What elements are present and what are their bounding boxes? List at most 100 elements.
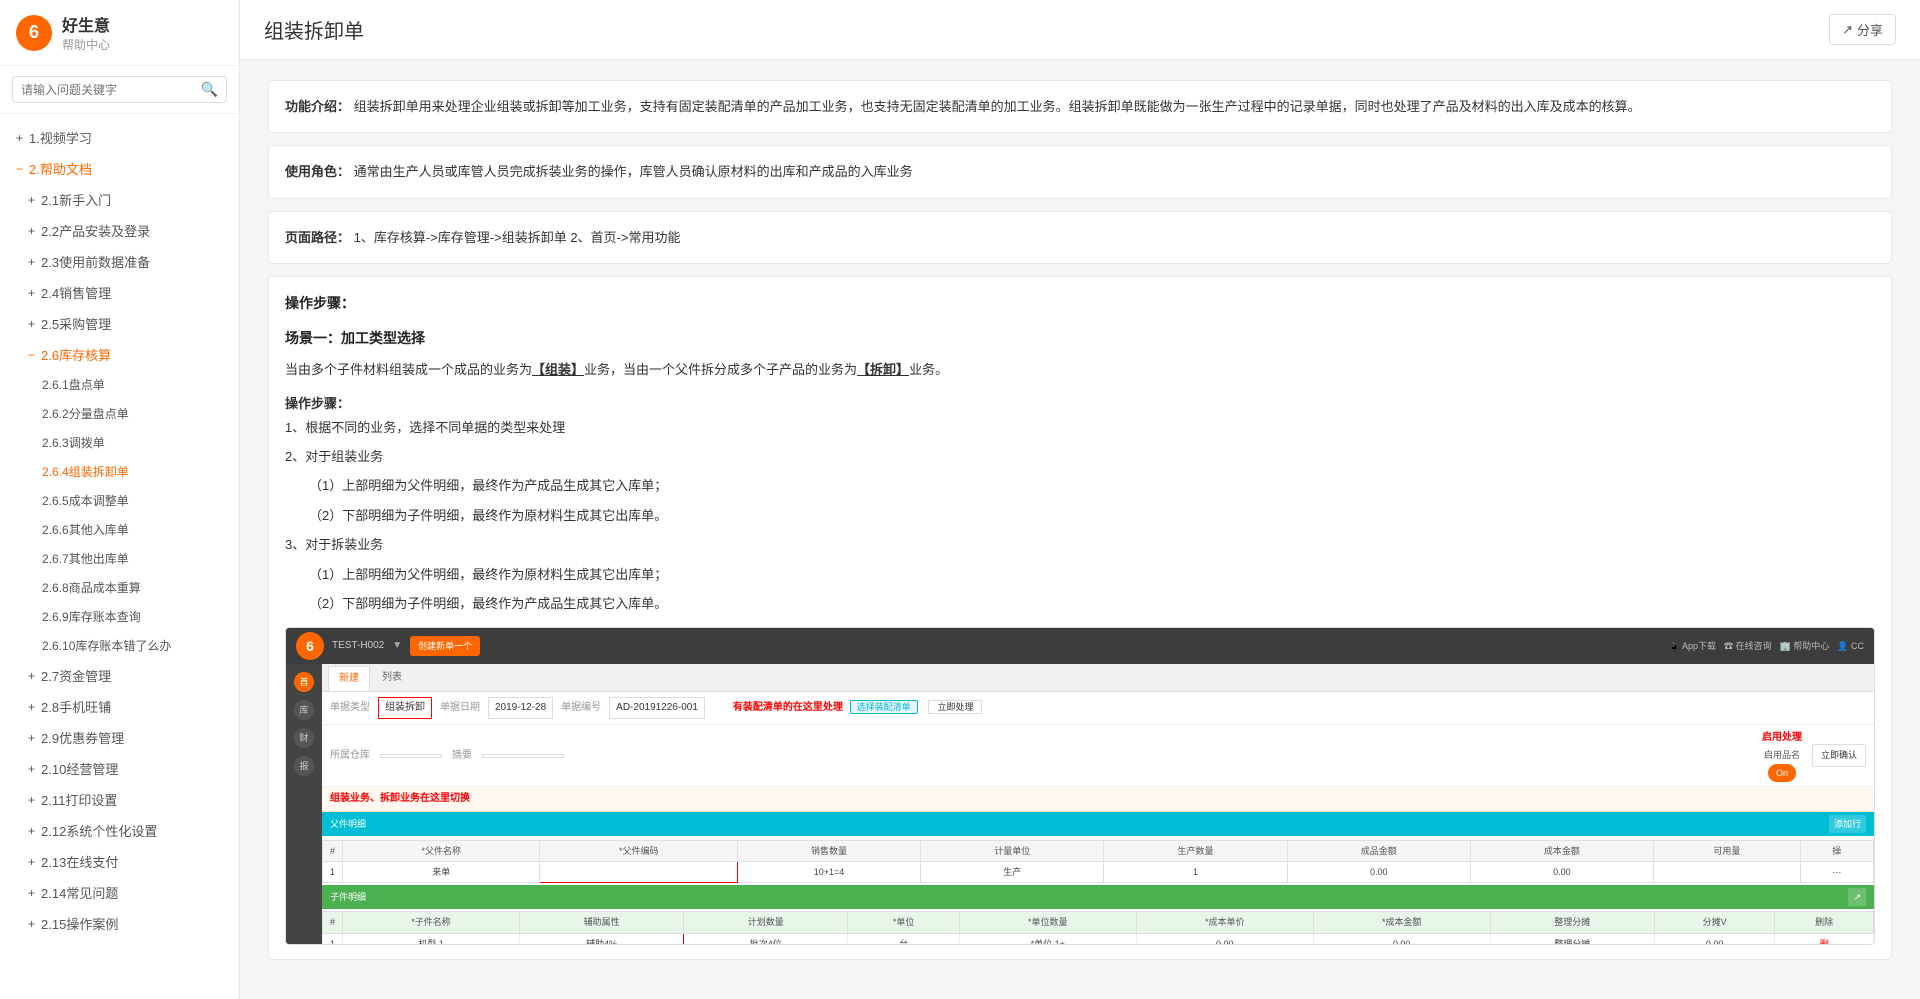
- ss-doctype-value: 组装拆卸: [378, 697, 432, 719]
- ss-td-op: ⋯: [1800, 862, 1873, 883]
- search-icon: 🔍: [201, 81, 218, 98]
- sidebar-item-cost[interactable]: 2.6.5成本调整单: [0, 486, 239, 515]
- ss-ctd-attr: 辅助4%: [519, 933, 683, 944]
- step3-1: （1）上部明细为父件明细，最终作为原材料生成其它出库单；: [309, 563, 1875, 586]
- sidebar-item-manage[interactable]: + 2.10经营管理: [0, 753, 239, 784]
- sidebar-item-recompute[interactable]: 2.6.8商品成本重算: [0, 573, 239, 602]
- sidebar-item-label: 2.9优惠券管理: [41, 728, 124, 747]
- sidebar-item-error[interactable]: 2.6.10库存账本错了么办: [0, 631, 239, 660]
- search-input[interactable]: [21, 83, 201, 97]
- ss-add-row-btn[interactable]: 添加行: [1829, 815, 1866, 833]
- sidebar-item-query[interactable]: 2.6.9库存账本查询: [0, 602, 239, 631]
- ss-ctd-price: 0.00: [1136, 933, 1313, 944]
- sidebar-item-label: 2.6库存核算: [41, 345, 111, 364]
- sidebar-item-print[interactable]: + 2.11打印设置: [0, 784, 239, 815]
- scene1-title: 场景一：加工类型选择: [285, 326, 1875, 351]
- logo-name: 好生意: [62, 12, 110, 36]
- content-area: 功能介绍： 组装拆卸单用来处理企业组装或拆卸等加工业务，支持有固定装配清单的产品…: [240, 60, 1920, 999]
- ss-app-id: TEST-H002: [332, 637, 384, 655]
- sidebar-item-install[interactable]: + 2.2产品安装及登录: [0, 215, 239, 246]
- sidebar-item-buy[interactable]: + 2.5采购管理: [0, 308, 239, 339]
- expand-icon: +: [28, 255, 35, 269]
- sidebar-item-label: 2.6.6其他入库单: [42, 521, 129, 538]
- collapse-icon: −: [16, 162, 23, 176]
- ss-nav-icon3: 财: [294, 728, 314, 748]
- ss-tab-list[interactable]: 列表: [372, 666, 412, 690]
- sidebar: 6 好生意 帮助中心 🔍 + 1.视频学习 − 2.帮助文档 + 2.1新手入门…: [0, 0, 240, 999]
- ss-ctd-plan: 批次4位: [684, 933, 848, 944]
- share-label: 分享: [1857, 20, 1883, 39]
- ss-cth-attr: 辅助属性: [519, 912, 683, 933]
- ss-nav-icon: 首: [294, 672, 314, 692]
- role-label: 使用角色：: [285, 164, 350, 179]
- ss-td-name: 来单: [343, 862, 540, 883]
- sidebar-item-out[interactable]: 2.6.7其他出库单: [0, 544, 239, 573]
- sidebar-item-label: 2.7资金管理: [41, 666, 111, 685]
- ss-th-avail: 可用量: [1654, 840, 1801, 861]
- sidebar-item-faq[interactable]: + 2.14常见问题: [0, 877, 239, 908]
- sidebar-item-split[interactable]: 2.6.2分量盘点单: [0, 399, 239, 428]
- sidebar-item-docs[interactable]: − 2.帮助文档: [0, 153, 239, 184]
- expand-icon: +: [28, 700, 35, 714]
- expand-icon: +: [16, 131, 23, 145]
- ss-ctd-del[interactable]: 删: [1775, 933, 1874, 944]
- table-row: 1 来单 10+1=4 生产 1 0.00 0.00 ⋯: [323, 862, 1874, 883]
- topbar: 组装拆卸单 ↗ 分享: [240, 0, 1920, 60]
- ss-td-unit: 生产: [921, 862, 1104, 883]
- sidebar-item-sale[interactable]: + 2.4销售管理: [0, 277, 239, 308]
- role-text: 通常由生产人员或库管人员完成拆装业务的操作，库管人员确认原材料的出库和产成品的入…: [354, 164, 913, 179]
- sidebar-item-in[interactable]: 2.6.6其他入库单: [0, 515, 239, 544]
- sidebar-item-system[interactable]: + 2.12系统个性化设置: [0, 815, 239, 846]
- step2-2: （2）下部明细为子件明细，最终作为原材料生成其它出库单。: [309, 504, 1875, 527]
- ss-dept-label: 所属仓库: [330, 747, 370, 765]
- ops-steps-title: 操作步骤：: [285, 392, 1875, 415]
- ss-child-add-btn[interactable]: ↗: [1848, 888, 1866, 906]
- ss-td-cost: 0.00: [1470, 862, 1653, 883]
- sidebar-item-data[interactable]: + 2.3使用前数据准备: [0, 246, 239, 277]
- sidebar-item-cash[interactable]: + 2.7资金管理: [0, 660, 239, 691]
- logo-sub: 帮助中心: [62, 36, 110, 53]
- ss-th-name: *父件名称: [343, 840, 540, 861]
- table-row: 1 机型 1 辅助4% 批次4位 台 *单位 1+ 0.00 0.00 整理分摊: [323, 933, 1874, 944]
- sidebar-item-label: 2.15操作案例: [41, 914, 118, 933]
- ss-date-value: 2019-12-28: [488, 697, 553, 719]
- sidebar-item-transfer[interactable]: 2.6.3调拨单: [0, 428, 239, 457]
- expand-icon: +: [28, 193, 35, 207]
- ss-td-amount: 0.00: [1287, 862, 1470, 883]
- sidebar-item-new[interactable]: + 2.1新手入门: [0, 184, 239, 215]
- ss-parent-table: # *父件名称 *父件编码 销售数量 计量单位 生产数量 成品金额 成本金额 可…: [322, 840, 1874, 883]
- ss-confirm-btn[interactable]: 立即确认: [1812, 744, 1866, 766]
- sidebar-item-label: 2.1新手入门: [41, 190, 111, 209]
- expand-icon: +: [28, 855, 35, 869]
- ss-td-sale: 10+1=4: [737, 862, 920, 883]
- sidebar-item-mobile[interactable]: + 2.8手机旺铺: [0, 691, 239, 722]
- ss-teal-btn[interactable]: 选择装配清单: [850, 700, 918, 714]
- ss-th-unit: 计量单位: [921, 840, 1104, 861]
- sidebar-item-video[interactable]: + 1.视频学习: [0, 122, 239, 153]
- ss-toggle-on[interactable]: On: [1768, 764, 1796, 782]
- search-wrap[interactable]: 🔍: [12, 76, 227, 103]
- ss-tab-active[interactable]: 新建: [328, 666, 370, 691]
- sidebar-item-stock[interactable]: − 2.6库存核算: [0, 339, 239, 370]
- ss-docno-label: 单据编号: [561, 699, 601, 717]
- ss-th: #: [323, 840, 343, 861]
- share-button[interactable]: ↗ 分享: [1829, 14, 1896, 45]
- sidebar-item-count[interactable]: 2.6.1盘点单: [0, 370, 239, 399]
- ss-annotation2: 启用处理: [1762, 729, 1802, 747]
- ss-orange-btn[interactable]: 创建新单一个: [410, 636, 480, 656]
- ss-action-btn[interactable]: 立即处理: [928, 700, 982, 714]
- ss-td-avail: [1654, 862, 1801, 883]
- expand-icon: +: [28, 886, 35, 900]
- sidebar-item-case[interactable]: + 2.15操作案例: [0, 908, 239, 939]
- scene1-desc: 当由多个子件材料组装成一个成品的业务为【组装】业务，当由一个父件拆分成多个子产品…: [285, 358, 1875, 383]
- sidebar-item-label: 2.6.1盘点单: [42, 376, 105, 393]
- search-box: 🔍: [0, 66, 239, 114]
- expand-icon: +: [28, 762, 35, 776]
- sidebar-item-online[interactable]: + 2.13在线支付: [0, 846, 239, 877]
- ss-child-table: # *子件名称 辅助属性 计划数量 *单位 *单位数量 *成本单价 *成本金额 …: [322, 911, 1874, 944]
- sidebar-item-assembly[interactable]: 2.6.4组装拆卸单: [0, 457, 239, 486]
- sidebar-item-label: 2.6.7其他出库单: [42, 550, 129, 567]
- expand-icon: +: [28, 731, 35, 745]
- sidebar-item-coupon[interactable]: + 2.9优惠券管理: [0, 722, 239, 753]
- ss-top-icons: 📱 App下载☎ 在线咨询🏢 帮助中心👤 CC: [1669, 638, 1864, 654]
